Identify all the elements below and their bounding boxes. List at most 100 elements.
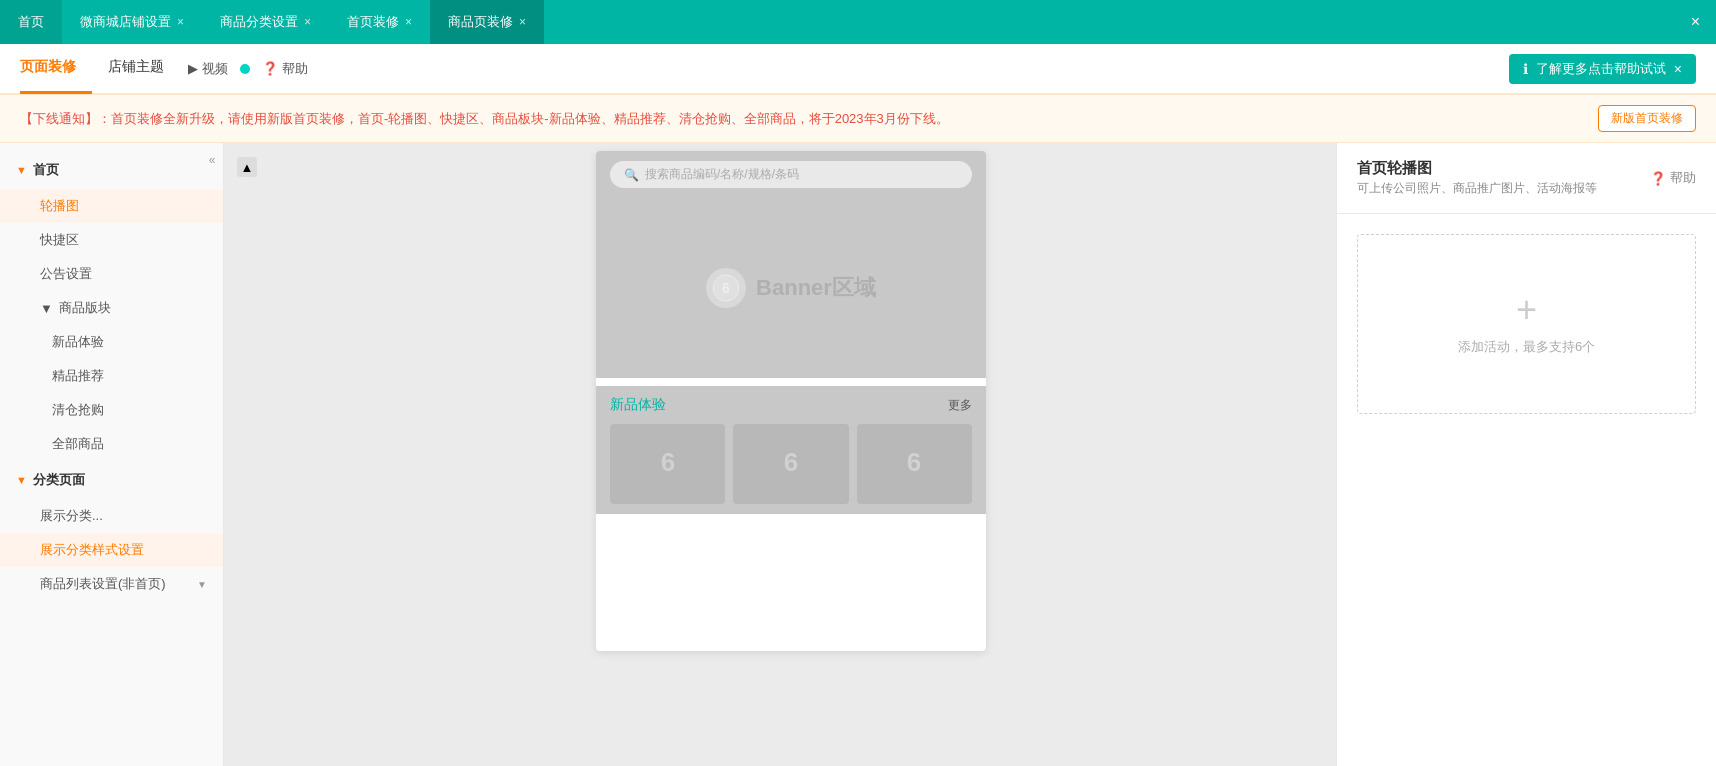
nav-tab-category-settings-close[interactable]: × [304, 15, 311, 29]
banner-brand-icon: 6 [706, 268, 746, 308]
nav-tab-category-settings-label: 商品分类设置 [220, 13, 298, 31]
video-label: 视频 [202, 60, 228, 78]
preview-section-more[interactable]: 更多 [948, 397, 972, 414]
preview-product-3: 6 [857, 424, 972, 504]
preview-phone: 🔍 搜索商品编码/名称/规格/条码 6 Banner区域 [596, 151, 986, 651]
svg-text:6: 6 [722, 280, 730, 296]
product-block-arrow-icon: ▼ [40, 301, 53, 316]
sidebar-group-product-block[interactable]: ▼ 商品版块 [0, 291, 223, 325]
nav-tab-category-settings[interactable]: 商品分类设置 × [202, 0, 329, 44]
nav-tab-product-decor[interactable]: 商品页装修 × [430, 0, 544, 44]
sidebar-item-clearance[interactable]: 清仓抢购 [0, 393, 223, 427]
preview-product-2: 6 [733, 424, 848, 504]
tab-page-decor-label: 页面装修 [20, 58, 76, 76]
sidebar-item-notice-label: 公告设置 [40, 266, 92, 281]
right-panel-help-label: 帮助 [1670, 169, 1696, 187]
window-close-button[interactable]: × [1675, 0, 1716, 44]
preview-new-products-section: 新品体验 更多 6 6 6 [596, 386, 986, 514]
new-homepage-decor-button[interactable]: 新版首页装修 [1598, 105, 1696, 132]
sidebar-item-new-experience[interactable]: 新品体验 [0, 325, 223, 359]
nav-tab-home-decor-close[interactable]: × [405, 15, 412, 29]
nav-tab-shop-settings-label: 微商城店铺设置 [80, 13, 171, 31]
help-banner-icon: ℹ [1523, 61, 1528, 77]
sidebar-collapse-button[interactable] [201, 149, 223, 171]
nav-tab-shop-settings-close[interactable]: × [177, 15, 184, 29]
sidebar-item-notice[interactable]: 公告设置 [0, 257, 223, 291]
sidebar-item-clearance-label: 清仓抢购 [52, 402, 104, 417]
tab-shop-theme[interactable]: 店铺主题 [92, 44, 180, 94]
sidebar-group-category-label: 分类页面 [33, 471, 85, 489]
right-panel-content: + 添加活动，最多支持6个 [1337, 214, 1716, 434]
help-banner-close[interactable]: × [1674, 61, 1682, 77]
preview-search-placeholder: 搜索商品编码/名称/规格/条码 [645, 166, 799, 183]
right-panel: 首页轮播图 可上传公司照片、商品推广图片、活动海报等 ❓ 帮助 + 添加活动，最… [1336, 143, 1716, 766]
sidebar-group-category[interactable]: ▼ 分类页面 [0, 461, 223, 499]
preview-search-input[interactable]: 🔍 搜索商品编码/名称/规格/条码 [610, 161, 972, 188]
nav-tab-home[interactable]: 首页 [0, 0, 62, 44]
search-icon: 🔍 [624, 168, 639, 182]
nav-tab-home-decor-label: 首页装修 [347, 13, 399, 31]
add-plus-icon: + [1516, 292, 1537, 328]
notice-text: 【下线通知】：首页装修全新升级，请使用新版首页装修，首页-轮播图、快捷区、商品板… [20, 110, 949, 128]
sidebar-group-home-label: 首页 [33, 161, 59, 179]
sidebar-item-new-experience-label: 新品体验 [52, 334, 104, 349]
help-banner: ℹ 了解更多点击帮助试试 × [1509, 54, 1696, 84]
sidebar-item-shortcut-label: 快捷区 [40, 232, 79, 247]
sidebar-group-home[interactable]: ▼ 首页 [0, 151, 223, 189]
sidebar-item-quality-recommend[interactable]: 精品推荐 [0, 359, 223, 393]
help-link[interactable]: ❓ 帮助 [262, 60, 308, 78]
add-banner-area[interactable]: + 添加活动，最多支持6个 [1357, 234, 1696, 414]
preview-product-1: 6 [610, 424, 725, 504]
add-banner-text: 添加活动，最多支持6个 [1458, 338, 1595, 356]
sidebar: ▼ 首页 轮播图 快捷区 公告设置 ▼ 商品版块 新品体验 精品推荐 [0, 143, 224, 766]
preview-search-bar: 🔍 搜索商品编码/名称/规格/条码 [596, 151, 986, 198]
sidebar-item-show-category[interactable]: 展示分类... [0, 499, 223, 533]
sidebar-group-product-block-label: 商品版块 [59, 299, 111, 317]
sidebar-item-show-category-style-label: 展示分类样式设置 [40, 542, 144, 557]
sidebar-item-quality-recommend-label: 精品推荐 [52, 368, 104, 383]
second-bar: 页面装修 店铺主题 ℹ 了解更多点击帮助试试 × ▶ 视频 ❓ 帮助 [0, 44, 1716, 94]
sidebar-item-show-category-style[interactable]: 展示分类样式设置 [0, 533, 223, 567]
banner-label: Banner区域 [756, 273, 876, 303]
notice-bar: 【下线通知】：首页装修全新升级，请使用新版首页装修，首页-轮播图、快捷区、商品板… [0, 94, 1716, 143]
svg-text:6: 6 [784, 449, 798, 477]
sidebar-item-banner-label: 轮播图 [40, 198, 79, 213]
right-panel-title: 首页轮播图 [1357, 159, 1597, 178]
preview-scroll-up[interactable]: ▲ [237, 157, 257, 177]
preview-banner-area[interactable]: 6 Banner区域 [596, 198, 986, 378]
nav-tab-shop-settings[interactable]: 微商城店铺设置 × [62, 0, 202, 44]
nav-tab-home-label: 首页 [18, 13, 44, 31]
sidebar-collapse-icon [209, 153, 216, 167]
sidebar-item-shortcut[interactable]: 快捷区 [0, 223, 223, 257]
sidebar-item-all-products[interactable]: 全部商品 [0, 427, 223, 461]
right-panel-title-area: 首页轮播图 可上传公司照片、商品推广图片、活动海报等 [1357, 159, 1597, 197]
preview-banner-text: 6 Banner区域 [706, 268, 876, 308]
video-icon: ▶ [188, 61, 198, 76]
right-panel-subtitle: 可上传公司照片、商品推广图片、活动海报等 [1357, 180, 1597, 197]
expand-icon: ▼ [197, 579, 207, 590]
window-close-icon: × [1691, 13, 1700, 31]
tab-page-decor[interactable]: 页面装修 [20, 44, 92, 94]
nav-tab-product-decor-label: 商品页装修 [448, 13, 513, 31]
preview-products: 6 6 6 [610, 424, 972, 504]
sidebar-item-all-products-label: 全部商品 [52, 436, 104, 451]
right-panel-header: 首页轮播图 可上传公司照片、商品推广图片、活动海报等 ❓ 帮助 [1337, 143, 1716, 214]
nav-tab-home-decor[interactable]: 首页装修 × [329, 0, 430, 44]
nav-tab-product-decor-close[interactable]: × [519, 15, 526, 29]
help-question-icon: ❓ [262, 61, 278, 76]
arrow-down-icon: ▼ [16, 164, 27, 176]
sidebar-item-banner[interactable]: 轮播图 [0, 189, 223, 223]
video-link[interactable]: ▶ 视频 [188, 60, 228, 78]
right-panel-help-link[interactable]: ❓ 帮助 [1650, 169, 1696, 187]
preview-section-header: 新品体验 更多 [610, 396, 972, 414]
svg-text:6: 6 [660, 449, 674, 477]
help-circle-icon: ❓ [1650, 171, 1666, 186]
help-right-items: ▶ 视频 ❓ 帮助 [188, 60, 308, 78]
nav-spacer [544, 0, 1675, 44]
svg-text:6: 6 [907, 449, 921, 477]
preview-section-title: 新品体验 [610, 396, 666, 414]
tab-shop-theme-label: 店铺主题 [108, 58, 164, 76]
help-label: 帮助 [282, 60, 308, 78]
sidebar-item-product-list-settings[interactable]: 商品列表设置(非首页) ▼ [0, 567, 223, 601]
help-banner-text: 了解更多点击帮助试试 [1536, 60, 1666, 78]
